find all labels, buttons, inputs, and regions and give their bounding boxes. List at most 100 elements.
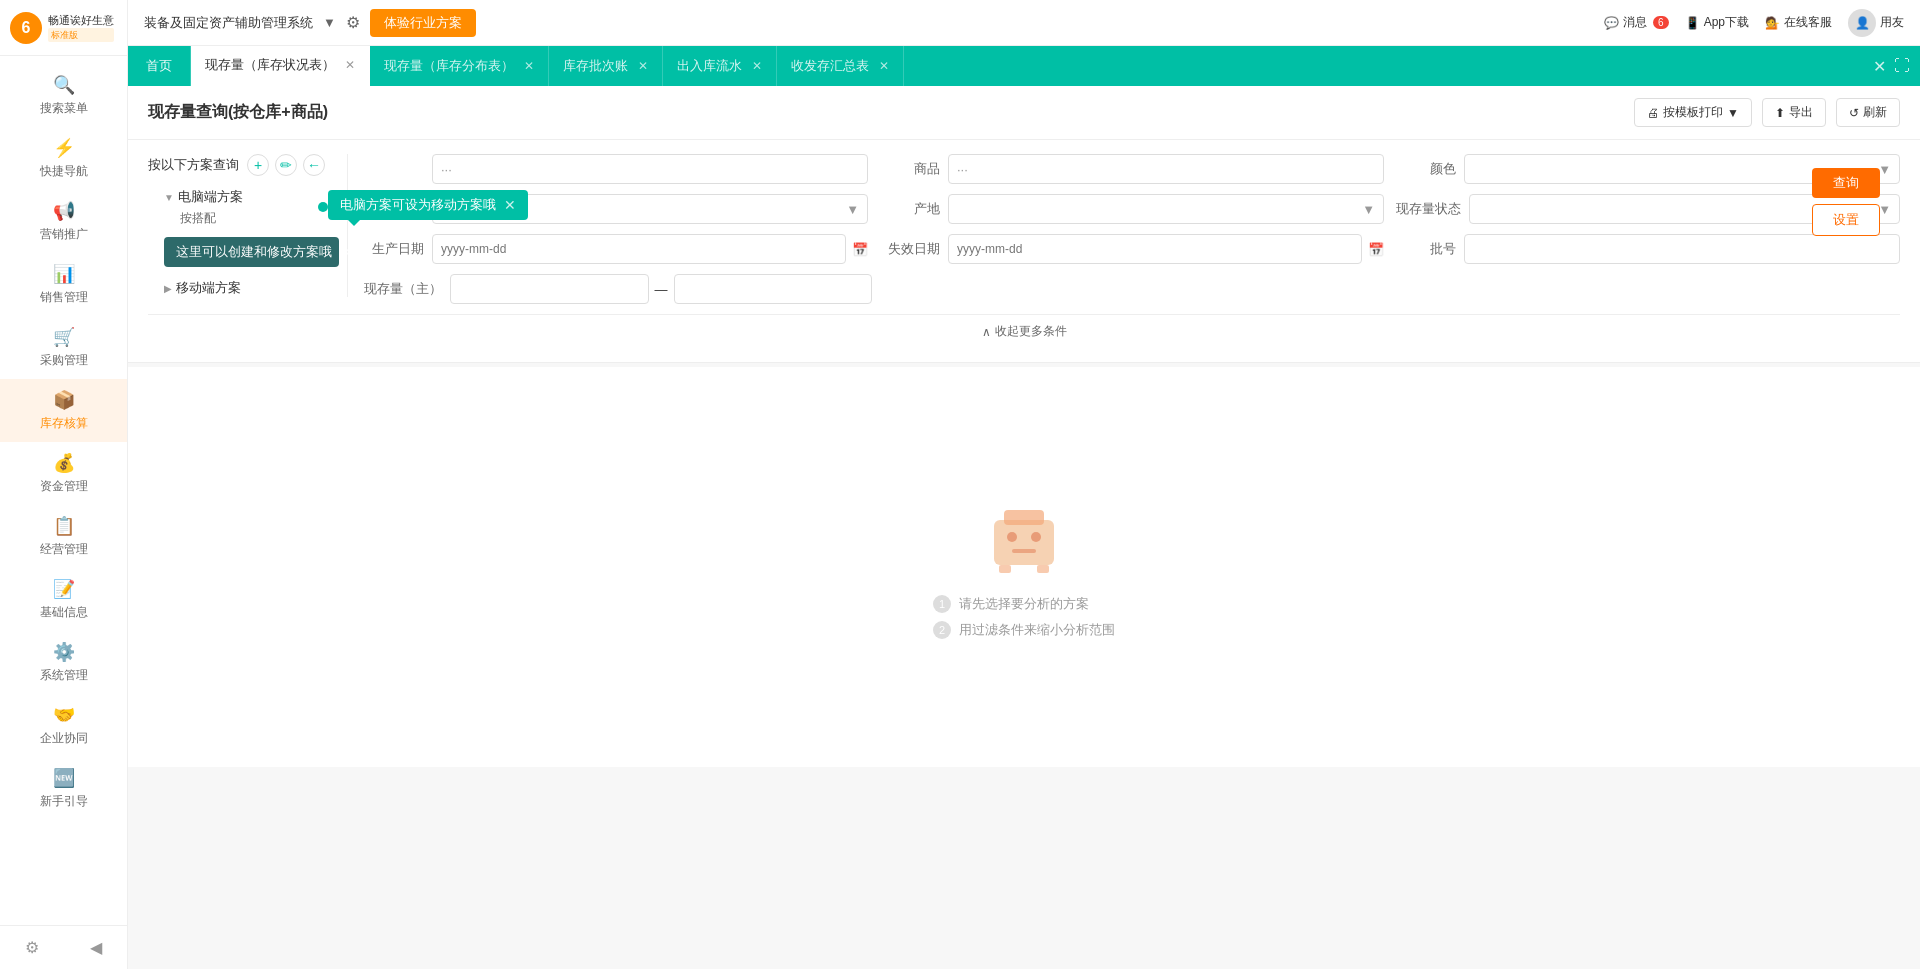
add-scheme-btn[interactable]: + — [247, 154, 269, 176]
collapse-btn[interactable]: ∧ 收起更多条件 — [982, 323, 1067, 340]
warehouse-dots: ··· — [441, 162, 452, 177]
tab-home[interactable]: 首页 — [128, 46, 191, 86]
tab-inventory-status[interactable]: 现存量（库存状况表） ✕ — [191, 46, 370, 86]
online-support-btn[interactable]: 💁 在线客服 — [1765, 14, 1832, 31]
warehouse-select[interactable]: ··· — [432, 154, 868, 184]
sidebar-item-cooperation[interactable]: 🤝 企业协同 — [0, 694, 127, 757]
tip-text-2: 用过滤条件来缩小分析范围 — [959, 621, 1115, 639]
system-title: 装备及固定资产辅助管理系统 — [144, 14, 313, 32]
prod-date-input[interactable] — [432, 234, 846, 264]
scheme-list: ▼ 电脑端方案 按搭配 这里可以创建和修改方案哦 ✕ — [164, 188, 339, 297]
scheme-item-desktop-sub[interactable]: 按搭配 — [180, 210, 339, 227]
tip-num-1: 1 — [933, 595, 951, 613]
set-btn[interactable]: 设置 — [1812, 204, 1880, 236]
tooltip2-close[interactable]: ✕ — [340, 244, 352, 260]
color-chevron: ▼ — [1878, 162, 1891, 177]
goods-select[interactable]: ··· — [948, 154, 1384, 184]
expire-date-calendar-icon[interactable]: 📅 — [1368, 242, 1384, 257]
sidebar-item-quick-nav[interactable]: ⚡ 快捷导航 — [0, 127, 127, 190]
header-dropdown-btn[interactable]: ▼ — [323, 15, 336, 30]
sidebar-item-sales[interactable]: 📊 销售管理 — [0, 253, 127, 316]
origin-select[interactable]: ▼ — [948, 194, 1384, 224]
tab-expand-btn[interactable]: ⛶ — [1894, 57, 1910, 75]
expire-date-input[interactable] — [948, 234, 1362, 264]
tab-inventory-status-label: 现存量（库存状况表） — [205, 56, 335, 74]
sidebar-item-purchase[interactable]: 🛒 采购管理 — [0, 316, 127, 379]
sidebar-item-finance[interactable]: 💰 资金管理 — [0, 442, 127, 505]
prod-date-calendar-icon[interactable]: 📅 — [852, 242, 868, 257]
filter-panel: 按以下方案查询 + ✏ ← 电脑方案可设为移动方案哦 ✕ — [128, 140, 1920, 363]
tab-inventory-dist-close[interactable]: ✕ — [524, 59, 534, 73]
sidebar-item-operations[interactable]: 📋 经营管理 — [0, 505, 127, 568]
page-title: 现存量查询(按仓库+商品) — [148, 102, 328, 123]
experience-btn[interactable]: 体验行业方案 — [370, 9, 476, 37]
tab-inventory-dist[interactable]: 现存量（库存分布表） ✕ — [370, 46, 549, 86]
sidebar-settings-btn[interactable]: ⚙ — [25, 938, 39, 957]
notification-btn[interactable]: 💬 消息 6 — [1604, 14, 1669, 31]
header-right: 💬 消息 6 📱 App下载 💁 在线客服 👤 用友 — [1604, 9, 1904, 37]
expire-date-range: 📅 — [948, 234, 1384, 264]
sidebar-item-system[interactable]: ⚙️ 系统管理 — [0, 631, 127, 694]
support-label: 在线客服 — [1784, 14, 1832, 31]
desktop-sub-label: 按搭配 — [180, 210, 216, 227]
stock-status-label: 现存量状态 — [1396, 200, 1461, 218]
search-btn[interactable]: 查询 — [1812, 168, 1880, 198]
filter-field-origin: 产地 ▼ — [880, 194, 1384, 224]
tab-inventory-status-close[interactable]: ✕ — [345, 58, 355, 72]
sidebar-item-label: 新手引导 — [40, 793, 88, 810]
stock-main-dash: — — [655, 282, 668, 297]
scheme-item-mobile[interactable]: ▶ 移动端方案 — [164, 279, 339, 297]
tab-batch-account-label: 库存批次账 — [563, 57, 628, 75]
tab-close-all-btn[interactable]: ✕ — [1873, 57, 1886, 76]
edit-scheme-btn[interactable]: ✏ — [275, 154, 297, 176]
logo-text: 畅通诶好生意 标准版 — [48, 13, 114, 43]
sidebar-item-label: 库存核算 — [40, 415, 88, 432]
color-label: 颜色 — [1396, 160, 1456, 178]
tooltip-create-scheme: 这里可以创建和修改方案哦 ✕ — [164, 237, 339, 267]
tab-batch-account[interactable]: 库存批次账 ✕ — [549, 46, 663, 86]
svg-rect-1 — [1004, 510, 1044, 525]
sidebar-item-inventory[interactable]: 📦 库存核算 — [0, 379, 127, 442]
inventory-icon: 📦 — [53, 389, 75, 411]
app-download-btn[interactable]: 📱 App下载 — [1685, 14, 1749, 31]
empty-state-container: 1 请先选择要分析的方案 2 用过滤条件来缩小分析范围 — [128, 367, 1920, 767]
goods-dots: ··· — [957, 162, 968, 177]
stock-main-min-input[interactable] — [450, 274, 649, 304]
sidebar-item-guide[interactable]: 🆕 新手引导 — [0, 757, 127, 820]
export-btn[interactable]: ⬆ 导出 — [1762, 98, 1826, 127]
cooperation-icon: 🤝 — [53, 704, 75, 726]
sidebar-collapse-btn[interactable]: ◀ — [90, 938, 102, 957]
filter-field-expire-date: 失效日期 📅 — [880, 234, 1384, 264]
sidebar-item-search-menu[interactable]: 🔍 搜索菜单 — [0, 64, 127, 127]
tooltip1-close[interactable]: ✕ — [504, 197, 516, 213]
filter-row-4: 现存量（主） — — [364, 274, 1900, 304]
stock-main-label: 现存量（主） — [364, 280, 442, 298]
scheme-item-desktop[interactable]: ▼ 电脑端方案 — [164, 188, 339, 206]
print-btn[interactable]: 🖨 按模板打印 ▼ — [1634, 98, 1752, 127]
back-scheme-btn[interactable]: ← — [303, 154, 325, 176]
page-actions: 🖨 按模板打印 ▼ ⬆ 导出 ↺ 刷新 — [1634, 98, 1900, 127]
tab-inout-flow[interactable]: 出入库流水 ✕ — [663, 46, 777, 86]
finance-icon: 💰 — [53, 452, 75, 474]
origin-chevron: ▼ — [1362, 202, 1375, 217]
desktop-scheme-label: 电脑端方案 — [178, 188, 243, 206]
desktop-expand-arrow: ▼ — [164, 192, 174, 203]
tab-inout-flow-close[interactable]: ✕ — [752, 59, 762, 73]
batch-input[interactable] — [1464, 234, 1900, 264]
refresh-btn[interactable]: ↺ 刷新 — [1836, 98, 1900, 127]
sidebar-item-basic-info[interactable]: 📝 基础信息 — [0, 568, 127, 631]
sidebar-item-marketing[interactable]: 📢 营销推广 — [0, 190, 127, 253]
tab-collect-summary-close[interactable]: ✕ — [879, 59, 889, 73]
filter-field-stock-main: 现存量（主） — — [364, 274, 872, 304]
svg-rect-6 — [1037, 565, 1049, 573]
export-icon: ⬆ — [1775, 106, 1785, 120]
expire-date-label: 失效日期 — [880, 240, 940, 258]
tab-collect-summary[interactable]: 收发存汇总表 ✕ — [777, 46, 904, 86]
avatar-icon: 👤 — [1855, 16, 1870, 30]
header-settings-btn[interactable]: ⚙ — [346, 13, 360, 32]
filter-field-warehouse: ··· — [364, 154, 868, 184]
empty-tips: 1 请先选择要分析的方案 2 用过滤条件来缩小分析范围 — [933, 595, 1115, 639]
stock-main-max-input[interactable] — [674, 274, 873, 304]
tab-batch-account-close[interactable]: ✕ — [638, 59, 648, 73]
user-btn[interactable]: 👤 用友 — [1848, 9, 1904, 37]
